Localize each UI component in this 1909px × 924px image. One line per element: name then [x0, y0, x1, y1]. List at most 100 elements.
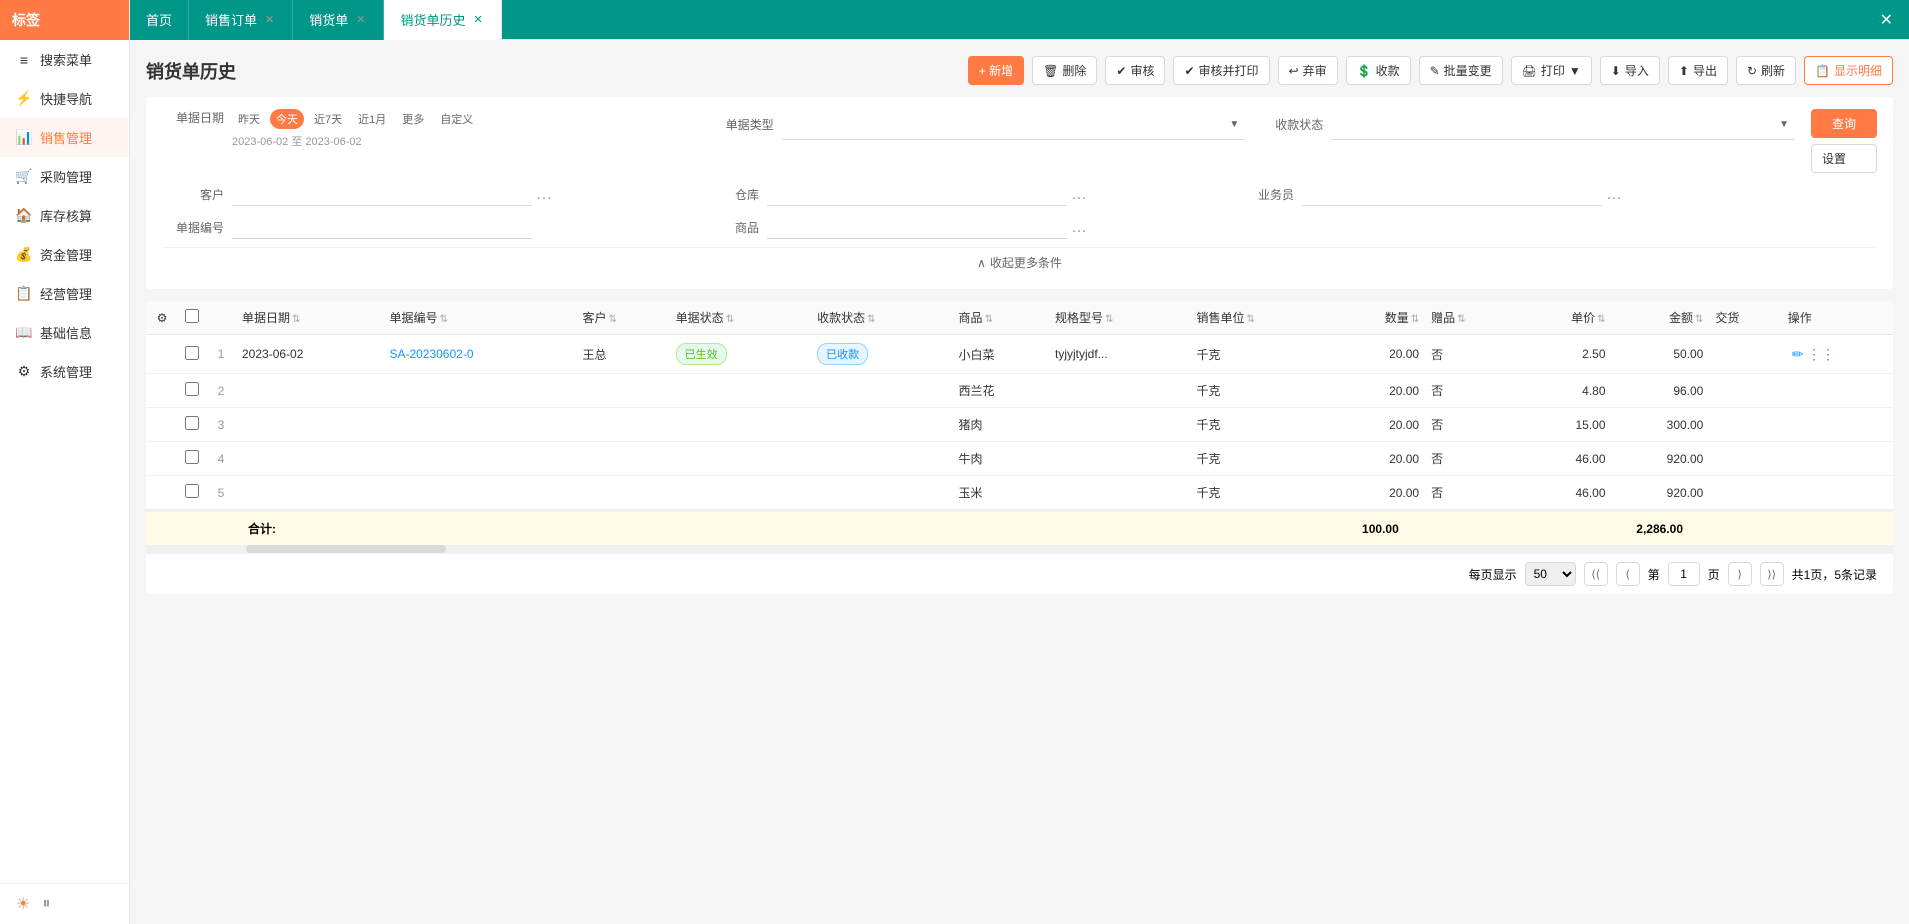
cell-checkbox[interactable] — [178, 442, 206, 476]
edit-action-icon[interactable]: ✏ — [1788, 344, 1808, 364]
row-checkbox[interactable] — [185, 416, 199, 430]
import-button[interactable]: ⬇ 导入 — [1600, 56, 1660, 85]
tab-sales-order-close[interactable]: ✕ — [263, 11, 276, 28]
salesperson-input[interactable] — [1302, 183, 1602, 206]
row-checkbox[interactable] — [185, 450, 199, 464]
warehouse-dots[interactable]: … — [1071, 186, 1087, 204]
batch-change-button[interactable]: ✎ 批量变更 — [1419, 56, 1503, 85]
cell-checkbox[interactable] — [178, 374, 206, 408]
more-action-icon[interactable]: ⋮⋮ — [1811, 344, 1831, 364]
abandon-button[interactable]: ↩ 弃审 — [1278, 56, 1338, 85]
settings-button[interactable]: 设置 — [1811, 144, 1877, 173]
refresh-button[interactable]: ↻ 刷新 — [1736, 56, 1796, 85]
cell-gift: 否 — [1425, 335, 1518, 374]
cell-doc-date — [236, 408, 383, 442]
date-tab-7days[interactable]: 近7天 — [308, 109, 348, 129]
page-next-button[interactable]: ⟩ — [1728, 562, 1752, 586]
sidebar-item-finance[interactable]: 💰 资金管理 — [0, 235, 129, 274]
sidebar-bottom-icon2[interactable]: ⏸ — [42, 895, 50, 913]
doc-type-input[interactable] — [788, 113, 1088, 135]
page-last-button[interactable]: ⟩⟩ — [1760, 562, 1784, 586]
cell-doc-date — [236, 442, 383, 476]
quick-nav-icon: ⚡ — [16, 91, 32, 107]
doc-no-link[interactable]: SA-20230602-0 — [389, 347, 473, 361]
delete-button[interactable]: 🗑 删除 — [1032, 56, 1097, 85]
date-tab-today[interactable]: 今天 — [270, 109, 304, 129]
col-payment-status[interactable]: 收款状态⇅ — [811, 301, 952, 335]
cell-trade — [1709, 408, 1781, 442]
date-tab-1month[interactable]: 近1月 — [352, 109, 392, 129]
collapse-button[interactable]: ∧ 收起更多条件 — [162, 247, 1877, 277]
query-button[interactable]: 查询 — [1811, 109, 1877, 138]
export-button[interactable]: ⬆ 导出 — [1668, 56, 1728, 85]
tab-home[interactable]: 首页 — [130, 0, 189, 40]
goods-dots[interactable]: … — [1071, 219, 1087, 237]
goods-input[interactable] — [767, 216, 1067, 239]
sidebar-item-operations[interactable]: 📋 经营管理 — [0, 274, 129, 313]
row-checkbox[interactable] — [185, 346, 199, 360]
sidebar-item-sales-mgmt[interactable]: 📊 销售管理 — [0, 118, 129, 157]
tab-sales-goods-close[interactable]: ✕ — [354, 11, 367, 28]
col-amount[interactable]: 金额⇅ — [1612, 301, 1710, 335]
tab-sales-goods[interactable]: 销货单 ✕ — [293, 0, 384, 40]
sidebar-item-quick-nav[interactable]: ⚡ 快捷导航 — [0, 79, 129, 118]
export-icon: ⬆ — [1679, 64, 1689, 78]
cell-seq: 1 — [206, 335, 236, 374]
audit-button[interactable]: ✔ 审核 — [1105, 56, 1165, 85]
collect-button[interactable]: 💲 收款 — [1346, 56, 1411, 85]
sidebar-item-purchase-mgmt[interactable]: 🛒 采购管理 — [0, 157, 129, 196]
date-tab-more[interactable]: 更多 — [396, 109, 430, 129]
date-tab-yesterday[interactable]: 昨天 — [232, 109, 266, 129]
col-doc-date[interactable]: 单据日期⇅ — [236, 301, 383, 335]
col-doc-no[interactable]: 单据编号⇅ — [383, 301, 576, 335]
warehouse-input[interactable] — [767, 183, 1067, 206]
cell-action — [1782, 408, 1893, 442]
tab-sales-history-close[interactable]: ✕ — [472, 11, 485, 28]
col-goods[interactable]: 商品⇅ — [953, 301, 1049, 335]
page-first-button[interactable]: ⟨⟨ — [1584, 562, 1608, 586]
scrollbar-thumb[interactable] — [246, 545, 446, 553]
tab-sales-history[interactable]: 销货单历史 ✕ — [384, 0, 501, 40]
page-prev-button[interactable]: ⟨ — [1616, 562, 1640, 586]
sidebar-item-base-info[interactable]: 📖 基础信息 — [0, 313, 129, 352]
page-content: 销货单历史 + 新增 🗑 删除 ✔ 审核 ✔ 审核并打印 ↩ 弃审 — [130, 40, 1909, 924]
tab-sales-order[interactable]: 销售订单 ✕ — [189, 0, 293, 40]
sidebar-item-search-menu[interactable]: ≡ 搜索菜单 — [0, 40, 129, 79]
show-detail-button[interactable]: 📋 显示明细 — [1804, 56, 1893, 85]
doc-no-input[interactable] — [232, 216, 532, 239]
print-button[interactable]: 🖨 打印 ▼ — [1511, 56, 1592, 85]
col-settings[interactable]: ⚙ — [146, 301, 178, 335]
cell-checkbox[interactable] — [178, 476, 206, 510]
audit-print-button[interactable]: ✔ 审核并打印 — [1173, 56, 1269, 85]
col-gift[interactable]: 赠品⇅ — [1425, 301, 1518, 335]
page-number-input[interactable] — [1668, 562, 1700, 586]
sidebar-item-inventory[interactable]: 🏠 库存核算 — [0, 196, 129, 235]
cell-checkbox[interactable] — [178, 335, 206, 374]
row-checkbox[interactable] — [185, 484, 199, 498]
col-unit-price[interactable]: 单价⇅ — [1518, 301, 1611, 335]
cell-unit-price: 15.00 — [1518, 408, 1611, 442]
horizontal-scrollbar[interactable] — [146, 545, 1893, 553]
col-spec[interactable]: 规格型号⇅ — [1049, 301, 1190, 335]
col-doc-status[interactable]: 单据状态⇅ — [670, 301, 811, 335]
salesperson-dots[interactable]: … — [1606, 186, 1622, 204]
cell-checkbox[interactable] — [178, 408, 206, 442]
sidebar-item-label: 基础信息 — [40, 323, 92, 342]
sidebar-bottom-icon1[interactable]: ☀ — [16, 894, 30, 914]
doc-type-dropdown-icon[interactable]: ▼ — [1229, 119, 1239, 130]
select-all-checkbox[interactable] — [185, 309, 199, 323]
col-customer[interactable]: 客户⇅ — [576, 301, 669, 335]
sort-docno-icon: ⇅ — [439, 314, 447, 325]
customer-input[interactable] — [232, 183, 532, 206]
col-sales-unit[interactable]: 销售单位⇅ — [1190, 301, 1331, 335]
date-tab-custom[interactable]: 自定义 — [434, 109, 479, 129]
tab-bar-close-all[interactable]: ✕ — [1864, 10, 1909, 30]
new-button[interactable]: + 新增 — [968, 56, 1024, 85]
payment-status-dropdown-icon[interactable]: ▼ — [1779, 119, 1789, 130]
sidebar-item-sys-mgmt[interactable]: ⚙ 系统管理 — [0, 352, 129, 391]
per-page-select[interactable]: 50 20 100 — [1525, 562, 1576, 586]
customer-dots[interactable]: … — [536, 186, 552, 204]
row-checkbox[interactable] — [185, 382, 199, 396]
payment-status-input[interactable] — [1337, 113, 1637, 135]
col-qty[interactable]: 数量⇅ — [1332, 301, 1425, 335]
